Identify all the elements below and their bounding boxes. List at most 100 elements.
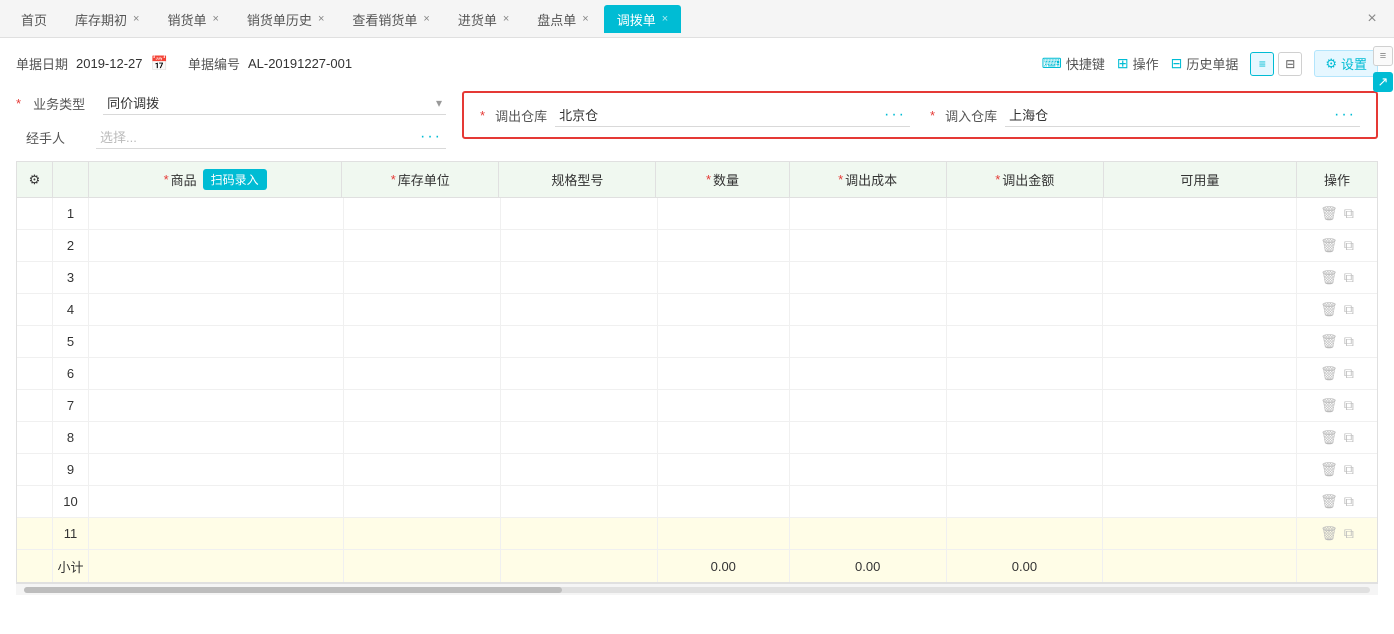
- row-spec[interactable]: [501, 390, 658, 421]
- copy-icon[interactable]: ⧉: [1344, 333, 1354, 350]
- copy-icon[interactable]: ⧉: [1344, 205, 1354, 222]
- delete-icon[interactable]: 🗑: [1320, 525, 1338, 542]
- row-unit[interactable]: [344, 486, 501, 517]
- settings-button[interactable]: ⚙ 设置: [1314, 50, 1378, 77]
- row-amount[interactable]: [947, 230, 1104, 261]
- copy-icon[interactable]: ⧉: [1344, 301, 1354, 318]
- tab-view-sales-close[interactable]: ×: [423, 13, 429, 25]
- copy-icon[interactable]: ⧉: [1344, 493, 1354, 510]
- delete-icon[interactable]: 🗑: [1320, 461, 1338, 478]
- row-cost[interactable]: [790, 486, 947, 517]
- row-unit[interactable]: [344, 262, 501, 293]
- row-qty[interactable]: [658, 230, 790, 261]
- row-amount[interactable]: [947, 422, 1104, 453]
- biz-type-field[interactable]: 同价调拨 ▾: [103, 91, 446, 115]
- row-product[interactable]: [89, 294, 344, 325]
- row-spec[interactable]: [501, 454, 658, 485]
- delete-icon[interactable]: 🗑: [1320, 429, 1338, 446]
- row-unit[interactable]: [344, 326, 501, 357]
- row-unit[interactable]: [344, 198, 501, 229]
- row-spec[interactable]: [501, 486, 658, 517]
- row-product[interactable]: [89, 262, 344, 293]
- row-product[interactable]: [89, 198, 344, 229]
- row-spec[interactable]: [501, 422, 658, 453]
- delete-icon[interactable]: 🗑: [1320, 333, 1338, 350]
- row-product[interactable]: [89, 518, 344, 549]
- tab-sales-history-close[interactable]: ×: [318, 13, 324, 25]
- col-gear[interactable]: ⚙: [17, 162, 53, 197]
- copy-icon[interactable]: ⧉: [1344, 525, 1354, 542]
- in-warehouse-dots-icon[interactable]: ···: [1334, 106, 1356, 124]
- row-amount[interactable]: [947, 358, 1104, 389]
- tab-inventory-init[interactable]: 库存期初 ×: [62, 5, 152, 33]
- row-cost[interactable]: [790, 390, 947, 421]
- row-cost[interactable]: [790, 518, 947, 549]
- horizontal-scrollbar[interactable]: [16, 583, 1378, 595]
- row-qty[interactable]: [658, 198, 790, 229]
- row-amount[interactable]: [947, 198, 1104, 229]
- copy-icon[interactable]: ⧉: [1344, 461, 1354, 478]
- row-qty[interactable]: [658, 486, 790, 517]
- biz-type-dropdown-icon[interactable]: ▾: [436, 96, 442, 110]
- sidebar-external-icon[interactable]: ↗: [1373, 72, 1393, 92]
- row-unit[interactable]: [344, 422, 501, 453]
- sidebar-list-icon[interactable]: ≡: [1373, 46, 1393, 66]
- row-unit[interactable]: [344, 390, 501, 421]
- tab-transfer[interactable]: 调拨单 ×: [604, 5, 681, 33]
- row-amount[interactable]: [947, 454, 1104, 485]
- row-unit[interactable]: [344, 454, 501, 485]
- row-qty[interactable]: [658, 454, 790, 485]
- row-spec[interactable]: [501, 326, 658, 357]
- out-warehouse-dots-icon[interactable]: ···: [884, 106, 906, 124]
- row-unit[interactable]: [344, 294, 501, 325]
- row-spec[interactable]: [501, 518, 658, 549]
- row-cost[interactable]: [790, 198, 947, 229]
- in-warehouse-input[interactable]: 上海仓 ···: [1005, 103, 1360, 127]
- delete-icon[interactable]: 🗑: [1320, 301, 1338, 318]
- copy-icon[interactable]: ⧉: [1344, 365, 1354, 382]
- out-warehouse-input[interactable]: 北京仓 ···: [555, 103, 910, 127]
- row-unit[interactable]: [344, 358, 501, 389]
- delete-icon[interactable]: 🗑: [1320, 397, 1338, 414]
- row-qty[interactable]: [658, 262, 790, 293]
- delete-icon[interactable]: 🗑: [1320, 237, 1338, 254]
- copy-icon[interactable]: ⧉: [1344, 429, 1354, 446]
- handler-dots-icon[interactable]: ···: [420, 128, 442, 146]
- shortcut-button[interactable]: ⌨ 快捷键: [1042, 54, 1105, 73]
- row-spec[interactable]: [501, 230, 658, 261]
- calendar-icon[interactable]: 📅: [151, 55, 168, 72]
- tab-view-sales[interactable]: 查看销货单 ×: [339, 5, 442, 33]
- handler-field[interactable]: 选择... ···: [96, 125, 446, 149]
- row-qty[interactable]: [658, 294, 790, 325]
- scan-button[interactable]: 扫码录入: [203, 169, 267, 190]
- row-cost[interactable]: [790, 294, 947, 325]
- row-unit[interactable]: [344, 518, 501, 549]
- row-product[interactable]: [89, 454, 344, 485]
- row-qty[interactable]: [658, 326, 790, 357]
- tab-stocktake-close[interactable]: ×: [582, 13, 588, 25]
- tab-purchase-order[interactable]: 进货单 ×: [445, 5, 522, 33]
- tab-sales-order-close[interactable]: ×: [212, 13, 218, 25]
- row-amount[interactable]: [947, 326, 1104, 357]
- row-product[interactable]: [89, 358, 344, 389]
- row-product[interactable]: [89, 326, 344, 357]
- row-spec[interactable]: [501, 262, 658, 293]
- row-amount[interactable]: [947, 486, 1104, 517]
- tab-transfer-close[interactable]: ×: [662, 13, 668, 25]
- tab-inventory-init-close[interactable]: ×: [133, 13, 139, 25]
- tab-stocktake[interactable]: 盘点单 ×: [524, 5, 601, 33]
- copy-icon[interactable]: ⧉: [1344, 397, 1354, 414]
- action-button[interactable]: ⊞ 操作: [1117, 54, 1159, 73]
- close-all-button[interactable]: ×: [1358, 5, 1386, 33]
- copy-icon[interactable]: ⧉: [1344, 269, 1354, 286]
- row-cost[interactable]: [790, 326, 947, 357]
- row-amount[interactable]: [947, 294, 1104, 325]
- row-amount[interactable]: [947, 262, 1104, 293]
- row-product[interactable]: [89, 422, 344, 453]
- delete-icon[interactable]: 🗑: [1320, 205, 1338, 222]
- row-qty[interactable]: [658, 422, 790, 453]
- row-unit[interactable]: [344, 230, 501, 261]
- tab-home[interactable]: 首页: [8, 5, 60, 33]
- delete-icon[interactable]: 🗑: [1320, 269, 1338, 286]
- row-qty[interactable]: [658, 390, 790, 421]
